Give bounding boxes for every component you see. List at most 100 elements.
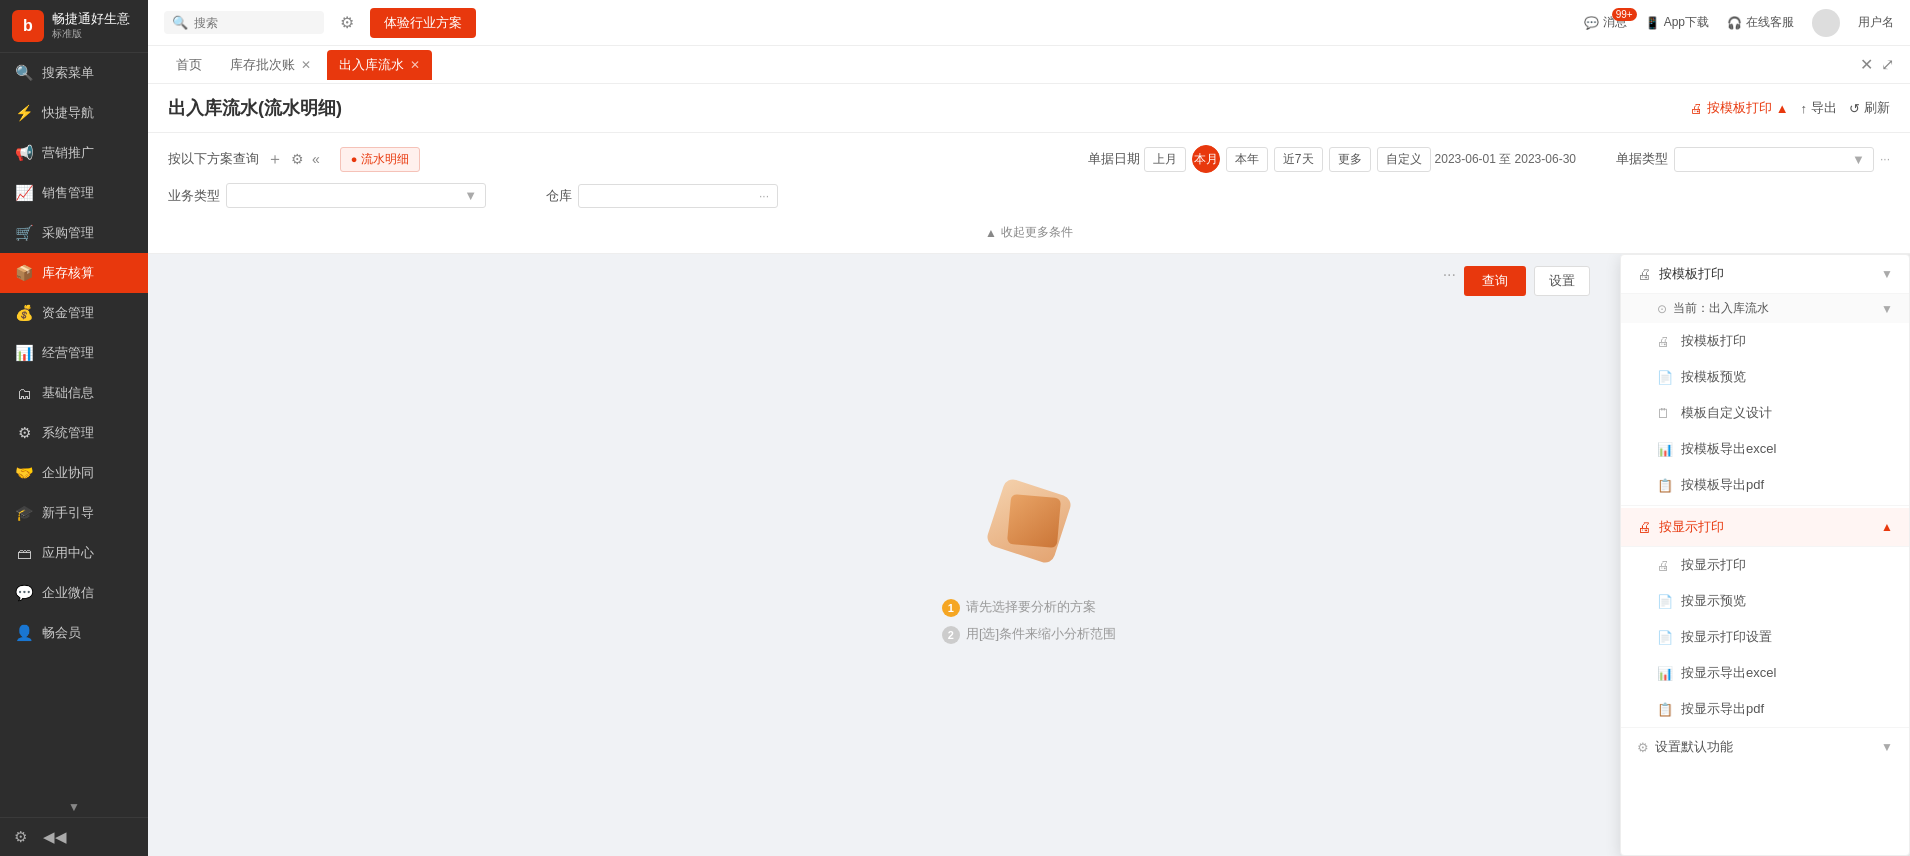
sidebar-item-collab[interactable]: 🤝 企业协同	[0, 453, 148, 493]
sidebar-item-quick-nav[interactable]: ⚡ 快捷导航	[0, 93, 148, 133]
dp-display-print-settings[interactable]: 📄 按显示打印设置	[1621, 619, 1909, 655]
online-service-button[interactable]: 🎧 在线客服	[1727, 14, 1794, 31]
sidebar-item-label: 搜索菜单	[42, 64, 94, 82]
warehouse-section: 仓库 ···	[546, 184, 778, 208]
maximize-window-button[interactable]: ⤢	[1881, 55, 1894, 74]
date-btn-last-month[interactable]: 上月	[1144, 147, 1186, 172]
sidebar-item-label: 基础信息	[42, 384, 94, 402]
date-btn-more[interactable]: 更多	[1329, 147, 1371, 172]
template-print-section-header[interactable]: 🖨 按模板打印 ▼	[1621, 255, 1909, 294]
dp-template-print[interactable]: 🖨 按模板打印	[1621, 323, 1909, 359]
set-default-function-button[interactable]: ⚙ 设置默认功能 ▼	[1621, 727, 1909, 766]
dp-divider	[1621, 505, 1909, 506]
sidebar-item-membership[interactable]: 👤 畅会员	[0, 613, 148, 653]
online-service-label: 在线客服	[1746, 14, 1794, 31]
tab-batch-account[interactable]: 库存批次账 ✕	[218, 50, 323, 80]
more-options-icon[interactable]: ···	[1443, 266, 1456, 296]
date-btn-this-month[interactable]: 本月	[1192, 145, 1220, 173]
marketing-icon: 📢	[14, 144, 34, 162]
display-print-section-header[interactable]: 🖨 按显示打印 ▲	[1621, 508, 1909, 547]
user-avatar[interactable]	[1812, 9, 1840, 37]
dp-display-export-excel[interactable]: 📊 按显示导出excel	[1621, 655, 1909, 691]
print-template-button[interactable]: 🖨 按模板打印 ▲	[1690, 99, 1789, 117]
add-scheme-button[interactable]: ＋	[267, 149, 283, 170]
dp-template-export-excel[interactable]: 📊 按模板导出excel	[1621, 431, 1909, 467]
sidebar-item-system[interactable]: ⚙ 系统管理	[0, 413, 148, 453]
collapse-sidebar-icon[interactable]: ◀◀	[43, 828, 67, 846]
set-default-label: 设置默认功能	[1655, 738, 1733, 756]
system-icon: ⚙	[14, 424, 34, 442]
date-btn-this-year[interactable]: 本年	[1226, 147, 1268, 172]
message-badge: 99+	[1612, 8, 1637, 21]
warehouse-select[interactable]: ···	[578, 184, 778, 208]
operations-icon: 📊	[14, 344, 34, 362]
doc-type-select[interactable]: ▼	[1674, 147, 1874, 172]
settings-bottom-icon[interactable]: ⚙	[14, 828, 27, 846]
sidebar-item-purchase[interactable]: 🛒 采购管理	[0, 213, 148, 253]
dp-display-export-excel-label: 按显示导出excel	[1681, 664, 1776, 682]
dp-display-export-pdf-label: 按显示导出pdf	[1681, 700, 1764, 718]
print-dropdown-panel: 🖨 按模板打印 ▼ ⊙ 当前：出入库流水 ▼ 🖨 按模板打印	[1620, 254, 1910, 856]
sidebar-item-search[interactable]: 🔍 搜索菜单	[0, 53, 148, 93]
dp-template-export-pdf[interactable]: 📋 按模板导出pdf	[1621, 467, 1909, 503]
current-template-info: ⊙ 当前：出入库流水	[1657, 300, 1769, 317]
display-print-section-title: 按显示打印	[1659, 518, 1724, 536]
purchase-icon: 🛒	[14, 224, 34, 242]
warehouse-more-icon[interactable]: ···	[759, 189, 769, 203]
dp-template-custom-icon: 🗒	[1657, 406, 1673, 421]
sidebar-item-wechat[interactable]: 💬 企业微信	[0, 573, 148, 613]
export-button[interactable]: ↑ 导出	[1801, 99, 1838, 117]
refresh-button[interactable]: ↺ 刷新	[1849, 99, 1890, 117]
empty-state: 1 请先选择要分析的方案 2 用[选]条件来缩小分析范围	[942, 466, 1116, 644]
sidebar-item-app-center[interactable]: 🗃 应用中心	[0, 533, 148, 573]
message-button[interactable]: 💬 消息 99+	[1584, 14, 1627, 31]
header-settings-icon[interactable]: ⚙	[340, 13, 354, 32]
step-2-text: 用[选]条件来缩小分析范围	[966, 625, 1116, 643]
collapse-filter-button[interactable]: ▲ 收起更多条件	[168, 218, 1890, 241]
dp-template-custom[interactable]: 🗒 模板自定义设计	[1621, 395, 1909, 431]
sidebar-item-guide[interactable]: 🎓 新手引导	[0, 493, 148, 533]
sidebar-item-finance[interactable]: 💰 资金管理	[0, 293, 148, 333]
print-icon: 🖨	[1690, 101, 1703, 116]
doc-type-section: 单据类型 ▼ ···	[1616, 147, 1890, 172]
settings-data-button[interactable]: 设置	[1534, 266, 1590, 296]
header-search-box[interactable]: 🔍	[164, 11, 324, 34]
dp-display-preview[interactable]: 📄 按显示预览	[1621, 583, 1909, 619]
dp-template-export-pdf-icon: 📋	[1657, 478, 1673, 493]
query-data-button[interactable]: 查询	[1464, 266, 1526, 296]
close-window-button[interactable]: ✕	[1860, 55, 1873, 74]
app-logo: b 畅捷通好生意 标准版	[0, 0, 148, 53]
doc-type-more-icon[interactable]: ···	[1880, 152, 1890, 166]
sidebar-item-operations[interactable]: 📊 经营管理	[0, 333, 148, 373]
sidebar-scroll-down[interactable]: ▼	[0, 797, 148, 817]
empty-step-2: 2 用[选]条件来缩小分析范围	[942, 625, 1116, 644]
business-type-select[interactable]: ▼	[226, 183, 486, 208]
sidebar-item-label: 营销推广	[42, 144, 94, 162]
export-icon: ↑	[1801, 101, 1808, 116]
date-btn-custom[interactable]: 自定义	[1377, 147, 1431, 172]
search-input[interactable]	[194, 16, 316, 30]
sidebar-item-label: 新手引导	[42, 504, 94, 522]
dp-display-export-excel-icon: 📊	[1657, 666, 1673, 681]
sidebar-item-inventory[interactable]: 📦 库存核算	[0, 253, 148, 293]
sidebar-item-basic-info[interactable]: 🗂 基础信息	[0, 373, 148, 413]
sidebar-item-marketing[interactable]: 📢 营销推广	[0, 133, 148, 173]
tab-batch-account-close-icon[interactable]: ✕	[301, 58, 311, 72]
dp-display-print[interactable]: 🖨 按显示打印	[1621, 547, 1909, 583]
dp-template-preview[interactable]: 📄 按模板预览	[1621, 359, 1909, 395]
tab-home[interactable]: 首页	[164, 50, 214, 80]
industry-solution-button[interactable]: 体验行业方案	[370, 8, 476, 38]
tab-flow-detail-close-icon[interactable]: ✕	[410, 58, 420, 72]
scheme-settings-icon[interactable]: ⚙	[291, 151, 304, 167]
app-download-button[interactable]: 📱 App下载	[1645, 14, 1709, 31]
sidebar-item-label: 应用中心	[42, 544, 94, 562]
sidebar-item-sales[interactable]: 📈 销售管理	[0, 173, 148, 213]
scheme-selector: 按以下方案查询 ＋ ⚙ «	[168, 149, 320, 170]
scheme-collapse-icon[interactable]: «	[312, 151, 320, 167]
dp-display-preview-icon: 📄	[1657, 594, 1673, 609]
sidebar-item-label: 资金管理	[42, 304, 94, 322]
date-btn-7days[interactable]: 近7天	[1274, 147, 1323, 172]
dp-display-export-pdf[interactable]: 📋 按显示导出pdf	[1621, 691, 1909, 727]
dp-display-preview-label: 按显示预览	[1681, 592, 1746, 610]
tab-flow-detail[interactable]: 出入库流水 ✕	[327, 50, 432, 80]
